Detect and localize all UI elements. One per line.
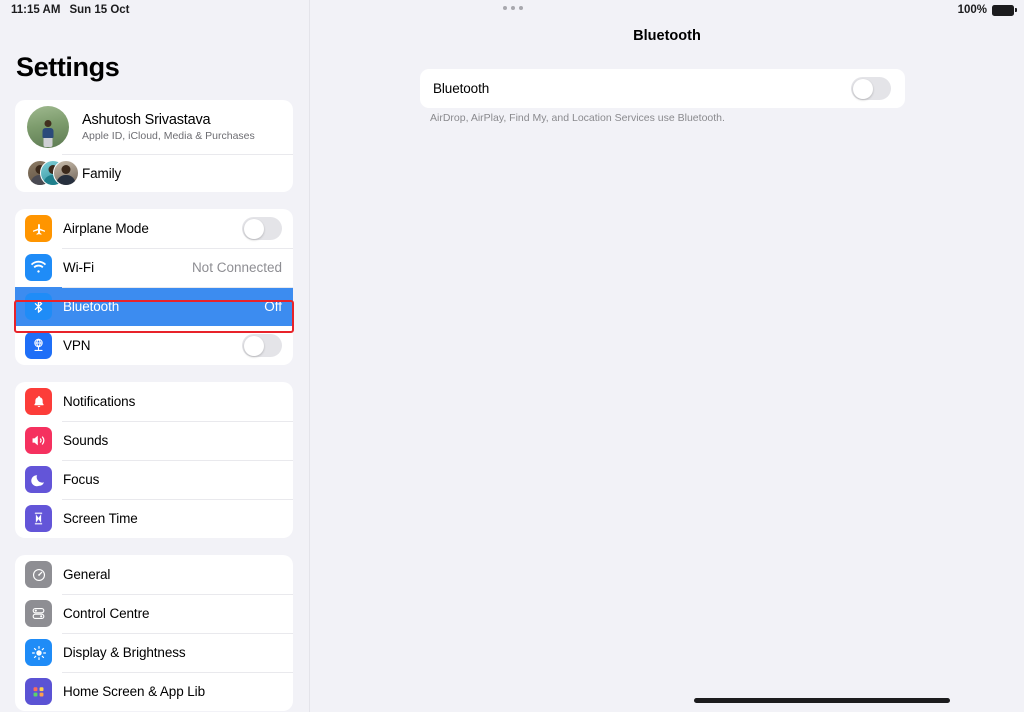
family-label: Family — [82, 165, 122, 181]
bluetooth-toggle[interactable] — [851, 77, 891, 100]
hourglass-icon — [25, 505, 52, 532]
account-subtitle: Apple ID, iCloud, Media & Purchases — [82, 130, 255, 142]
row-label: VPN — [63, 338, 91, 353]
detail-footer-text: AirDrop, AirPlay, Find My, and Location … — [430, 112, 725, 124]
connectivity-group: Airplane Mode Wi-Fi Not Connected Blueto… — [15, 209, 293, 365]
account-group: Ashutosh Srivastava Apple ID, iCloud, Me… — [15, 100, 293, 192]
family-avatars — [27, 160, 79, 186]
row-label: Bluetooth — [63, 299, 120, 314]
airplane-icon — [25, 215, 52, 242]
row-label: Screen Time — [63, 511, 138, 526]
account-name: Ashutosh Srivastava — [82, 112, 211, 128]
sidebar-item-wifi[interactable]: Wi-Fi Not Connected — [15, 248, 293, 287]
system-group: General Control Centre Display & Brightn… — [15, 555, 293, 711]
sidebar-item-notifications[interactable]: Notifications — [15, 382, 293, 421]
sidebar-item-general[interactable]: General — [15, 555, 293, 594]
sidebar-item-screen-time[interactable]: Screen Time — [15, 499, 293, 538]
detail-title: Bluetooth — [633, 28, 701, 44]
speaker-icon — [25, 427, 52, 454]
row-label: Focus — [63, 472, 100, 487]
notifications-group: Notifications Sounds Focus Screen Time — [15, 382, 293, 538]
sidebar-item-sounds[interactable]: Sounds — [15, 421, 293, 460]
wifi-icon — [25, 254, 52, 281]
row-label: Sounds — [63, 433, 109, 448]
wifi-status-value: Not Connected — [191, 260, 282, 275]
row-label: Notifications — [63, 394, 136, 409]
sidebar-item-airplane-mode[interactable]: Airplane Mode — [15, 209, 293, 248]
row-label: Control Centre — [63, 606, 150, 621]
sidebar-item-bluetooth[interactable]: Bluetooth Off — [15, 287, 293, 326]
sidebar-item-apple-id[interactable]: Ashutosh Srivastava Apple ID, iCloud, Me… — [15, 100, 293, 154]
row-label: Wi-Fi — [63, 260, 94, 275]
sidebar-item-control-centre[interactable]: Control Centre — [15, 594, 293, 633]
gear-icon — [25, 561, 52, 588]
bluetooth-toggle-row[interactable]: Bluetooth — [420, 69, 905, 108]
sidebar-item-display-brightness[interactable]: Display & Brightness — [15, 633, 293, 672]
profile-avatar — [27, 106, 69, 148]
page-title: Settings — [16, 52, 120, 82]
row-label: Airplane Mode — [63, 221, 149, 236]
bell-icon — [25, 388, 52, 415]
vpn-globe-icon — [25, 332, 52, 359]
settings-sidebar: Settings Ashutosh Srivastava Apple ID, i… — [0, 0, 310, 712]
ipad-settings-screen: 11:15 AM Sun 15 Oct 100% Settings Ashuto… — [0, 0, 1024, 712]
bluetooth-icon — [25, 293, 52, 320]
app-grid-icon — [25, 678, 52, 705]
row-label: Home Screen & App Lib — [63, 684, 205, 699]
sidebar-item-focus[interactable]: Focus — [15, 460, 293, 499]
bluetooth-status-value: Off — [264, 299, 282, 314]
airplane-mode-toggle[interactable] — [242, 217, 282, 240]
row-label: Display & Brightness — [63, 645, 186, 660]
home-indicator[interactable] — [694, 698, 950, 703]
control-centre-icon — [25, 600, 52, 627]
brightness-sun-icon — [25, 639, 52, 666]
sidebar-item-vpn[interactable]: VPN — [15, 326, 293, 365]
row-label: General — [63, 567, 111, 582]
bluetooth-detail-pane: Bluetooth Bluetooth AirDrop, AirPlay, Fi… — [310, 0, 1024, 712]
detail-row-label: Bluetooth — [433, 81, 490, 96]
multitasking-dots-icon[interactable] — [503, 6, 523, 10]
sidebar-item-family[interactable]: Family — [15, 154, 293, 192]
moon-icon — [25, 466, 52, 493]
sidebar-item-home-screen-app-library[interactable]: Home Screen & App Lib — [15, 672, 293, 711]
vpn-toggle[interactable] — [242, 334, 282, 357]
